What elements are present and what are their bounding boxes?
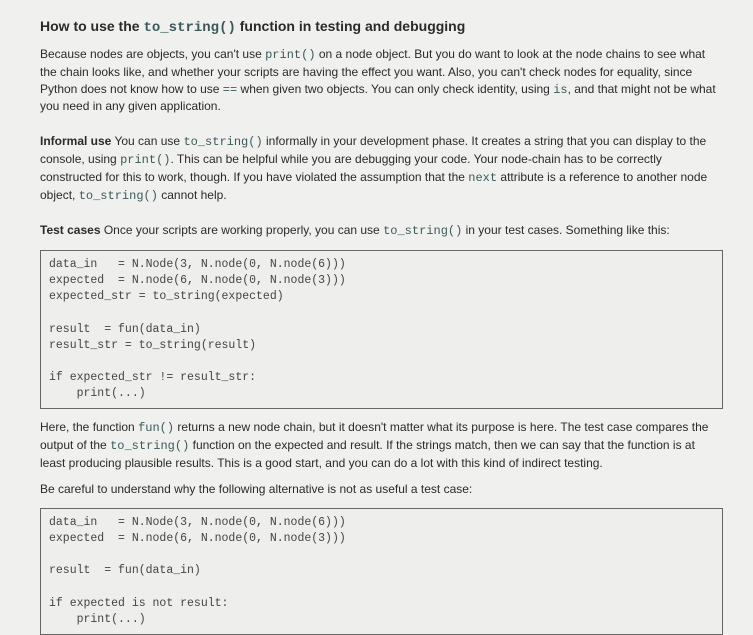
- title-code: to_string(): [143, 20, 235, 36]
- paragraph-becareful: Be careful to understand why the followi…: [40, 481, 723, 498]
- informal-label: Informal use: [40, 134, 111, 148]
- tostring-code-2: to_string(): [79, 189, 158, 203]
- p1-c: when given two objects. You can only che…: [237, 82, 553, 96]
- p3-a: Once your scripts are working properly, …: [101, 223, 384, 237]
- print-code: print(): [265, 48, 315, 62]
- tostring-code-4: to_string(): [110, 439, 189, 453]
- eq-code: ==: [223, 83, 237, 97]
- next-code: next: [468, 171, 497, 185]
- fun-code: fun(): [138, 421, 174, 435]
- paragraph-here: Here, the function fun() returns a new n…: [40, 419, 723, 471]
- print-code-2: print(): [120, 153, 170, 167]
- p1-a: Because nodes are objects, you can't use: [40, 47, 265, 61]
- code-block-2: data_in = N.Node(3, N.node(0, N.node(6))…: [40, 508, 723, 635]
- tostring-code-3: to_string(): [383, 224, 462, 238]
- p4-a: Here, the function: [40, 420, 138, 434]
- p3-b: in your test cases. Something like this:: [462, 223, 669, 237]
- paragraph-testcases: Test cases Once your scripts are working…: [40, 222, 723, 240]
- paragraph-informal: Informal use You can use to_string() inf…: [40, 133, 723, 204]
- testcases-label: Test cases: [40, 223, 101, 237]
- title-post: function in testing and debugging: [236, 18, 465, 34]
- title-pre: How to use the: [40, 18, 143, 34]
- page-title: How to use the to_string() function in t…: [40, 18, 723, 36]
- p2-e: cannot help.: [158, 188, 227, 202]
- p2-a: You can use: [111, 134, 183, 148]
- paragraph-intro: Because nodes are objects, you can't use…: [40, 46, 723, 115]
- tostring-code-1: to_string(): [183, 135, 262, 149]
- code-block-1: data_in = N.Node(3, N.node(0, N.node(6))…: [40, 250, 723, 409]
- is-code: is: [553, 83, 567, 97]
